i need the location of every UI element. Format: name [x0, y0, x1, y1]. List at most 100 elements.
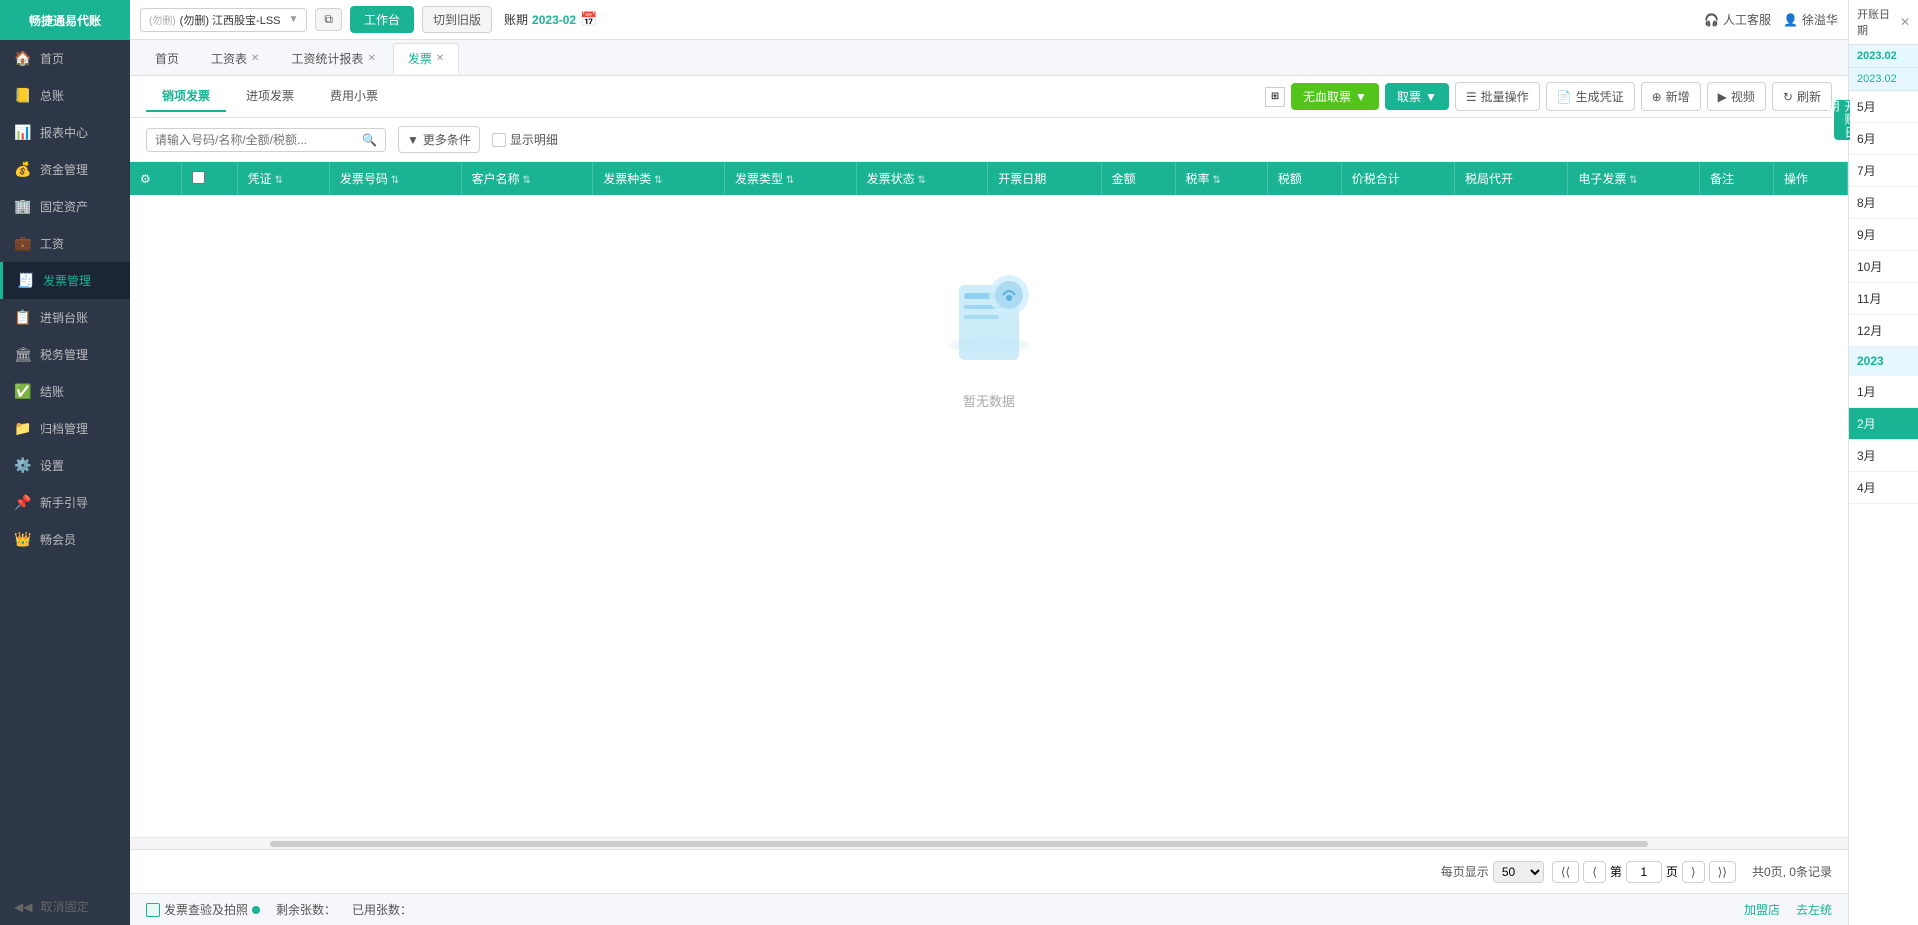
- date-month-2月[interactable]: 2月: [1849, 408, 1918, 440]
- gen-voucher-btn[interactable]: 📄 生成凭证: [1546, 82, 1635, 111]
- last-page-btn[interactable]: ⟩⟩: [1709, 861, 1736, 883]
- page-input[interactable]: [1626, 861, 1662, 883]
- sidebar-item-新手引导[interactable]: 📌新手引导: [0, 484, 130, 521]
- empty-icon: [929, 255, 1049, 375]
- refresh-btn[interactable]: ↻ 刷新: [1772, 82, 1832, 111]
- sidebar-item-首页[interactable]: 🏠首页: [0, 40, 130, 77]
- sidebar-item-畅会员[interactable]: 👑畅会员: [0, 521, 130, 558]
- subtab-bar: 销项发票 进项发票 费用小票: [146, 81, 1265, 112]
- first-page-btn[interactable]: ⟨⟨: [1552, 861, 1579, 883]
- go-left-link[interactable]: 去左统: [1796, 901, 1832, 918]
- tab-close-icon[interactable]: ✕: [436, 53, 444, 64]
- add-btn[interactable]: ⊕ 新增: [1641, 82, 1701, 111]
- invoice-check-icon: [146, 903, 160, 917]
- sidebar-item-设置[interactable]: ⚙️设置: [0, 447, 130, 484]
- date-month-11月[interactable]: 11月: [1849, 283, 1918, 315]
- select-all-checkbox[interactable]: [192, 171, 205, 184]
- take-ticket-btn[interactable]: 取票 ▼: [1385, 83, 1449, 110]
- sidebar-item-结账[interactable]: ✅结账: [0, 373, 130, 410]
- invoice-check-label[interactable]: 发票查验及拍照: [146, 901, 260, 918]
- subtab-expense[interactable]: 费用小票: [314, 81, 394, 112]
- sidebar-item-进销台账[interactable]: 📋进销台账: [0, 299, 130, 336]
- date-month-3月[interactable]: 3月: [1849, 440, 1918, 472]
- grid-view-icon[interactable]: ⊞: [1265, 87, 1285, 107]
- next-page-btn[interactable]: ⟩: [1682, 861, 1705, 883]
- date-month-10月[interactable]: 10月: [1849, 251, 1918, 283]
- col-发票号码[interactable]: 发票号码: [329, 162, 461, 195]
- sidebar-item-资金管理[interactable]: 💰资金管理: [0, 151, 130, 188]
- remaining-label: 剩余张数：: [276, 901, 336, 918]
- col-发票类型[interactable]: 发票类型: [724, 162, 856, 195]
- refresh-icon: ↻: [1783, 90, 1793, 104]
- empty-text: 暂无数据: [963, 391, 1015, 410]
- close-panel-btn[interactable]: ✕: [1900, 15, 1910, 29]
- col-价税合计: 价税合计: [1341, 162, 1454, 195]
- sidebar-item-工资[interactable]: 💼工资: [0, 225, 130, 262]
- sidebar-pin-toggle[interactable]: ◀◀ 取消固定: [0, 888, 130, 925]
- sidebar-item-归档管理[interactable]: 📁归档管理: [0, 410, 130, 447]
- col-客户名称[interactable]: 客户名称: [461, 162, 593, 195]
- page-size-dropdown[interactable]: 50 10 20 100: [1493, 861, 1544, 883]
- sidebar-icon: ✅: [14, 383, 32, 400]
- table-container: ⚙凭证发票号码客户名称发票种类发票类型发票状态开票日期金额税率税额价税合计税局代…: [130, 162, 1848, 837]
- date-month-4月[interactable]: 4月: [1849, 472, 1918, 504]
- date-month-7月[interactable]: 7月: [1849, 155, 1918, 187]
- workbench-button[interactable]: 工作台: [350, 6, 414, 33]
- copy-button[interactable]: ⧉: [315, 8, 342, 31]
- subtab-sales[interactable]: 销项发票: [146, 81, 226, 112]
- date-year-2023[interactable]: 2023: [1849, 347, 1918, 376]
- user-info[interactable]: 👤 徐溢华: [1783, 11, 1838, 28]
- topbar: (勿删) (勿删) 江西股宝-LSS ▼ ⧉ 工作台 切到旧版 账期 2023-…: [130, 0, 1848, 40]
- tab-close-icon[interactable]: ✕: [251, 53, 259, 64]
- show-detail-toggle[interactable]: 显示明细: [492, 131, 558, 148]
- company-selector[interactable]: (勿删) (勿删) 江西股宝-LSS ▼: [140, 8, 307, 32]
- open-date-panel-btn[interactable]: 开账日期: [1834, 100, 1850, 140]
- sidebar-item-报表中心[interactable]: 📊报表中心: [0, 114, 130, 151]
- tab-工资表[interactable]: 工资表✕: [196, 43, 274, 73]
- filter-btn[interactable]: ▼ 更多条件: [398, 126, 480, 153]
- company-name: (勿删) 江西股宝-LSS: [180, 12, 281, 28]
- tab-close-icon[interactable]: ✕: [367, 53, 375, 64]
- join-link[interactable]: 加盟店: [1744, 901, 1780, 918]
- batch-op-btn[interactable]: ☰ 批量操作: [1455, 82, 1540, 111]
- date-month-9月[interactable]: 9月: [1849, 219, 1918, 251]
- search-input[interactable]: [155, 133, 358, 147]
- customer-service-btn[interactable]: 🎧 人工客服: [1704, 11, 1771, 28]
- sidebar-item-总账[interactable]: 📒总账: [0, 77, 130, 114]
- period-calendar-icon[interactable]: 📅: [580, 11, 597, 28]
- search-icon[interactable]: 🔍: [362, 133, 377, 147]
- date-month-1月[interactable]: 1月: [1849, 376, 1918, 408]
- app-logo: 畅捷通易代账: [0, 0, 130, 40]
- video-btn[interactable]: ▶ 视频: [1707, 82, 1766, 111]
- scrollbar-container[interactable]: [130, 837, 1848, 849]
- col-税率[interactable]: 税率: [1175, 162, 1267, 195]
- take-ticket-dropdown-arrow: ▼: [1425, 90, 1437, 104]
- prev-page-btn[interactable]: ⟨: [1583, 861, 1606, 883]
- scrollbar-thumb[interactable]: [270, 841, 1648, 847]
- date-month-12月[interactable]: 12月: [1849, 315, 1918, 347]
- date-header-1: 2023.02: [1849, 45, 1918, 68]
- date-month-5月[interactable]: 5月: [1849, 91, 1918, 123]
- date-month-8月[interactable]: 8月: [1849, 187, 1918, 219]
- tab-首页[interactable]: 首页: [140, 43, 194, 73]
- subtab-purchase[interactable]: 进项发票: [230, 81, 310, 112]
- tab-工资统计报表[interactable]: 工资统计报表✕: [276, 43, 390, 73]
- empty-state: 暂无数据: [130, 195, 1848, 470]
- date-month-6月[interactable]: 6月: [1849, 123, 1918, 155]
- sidebar-item-税务管理[interactable]: 🏛税务管理: [0, 336, 130, 373]
- col-凭证[interactable]: 凭证: [237, 162, 329, 195]
- col-发票状态[interactable]: 发票状态: [856, 162, 988, 195]
- page-size-select: 每页显示 50 10 20 100: [1441, 861, 1544, 883]
- sidebar-icon: 📒: [14, 87, 32, 104]
- tab-发票[interactable]: 发票✕: [393, 43, 459, 74]
- col-电子发票[interactable]: 电子发票: [1568, 162, 1700, 195]
- no-ticket-btn[interactable]: 无血取票 ▼: [1291, 83, 1379, 110]
- search-box[interactable]: 🔍: [146, 128, 386, 152]
- switch-version-button[interactable]: 切到旧版: [422, 6, 492, 33]
- sidebar-item-固定资产[interactable]: 🏢固定资产: [0, 188, 130, 225]
- sidebar-item-发票管理[interactable]: 🧾发票管理: [0, 262, 130, 299]
- sidebar-icon: 💰: [14, 161, 32, 178]
- tab-bar: 首页工资表✕工资统计报表✕发票✕: [130, 40, 1848, 76]
- col-: ⚙: [130, 162, 181, 195]
- col-发票种类[interactable]: 发票种类: [593, 162, 725, 195]
